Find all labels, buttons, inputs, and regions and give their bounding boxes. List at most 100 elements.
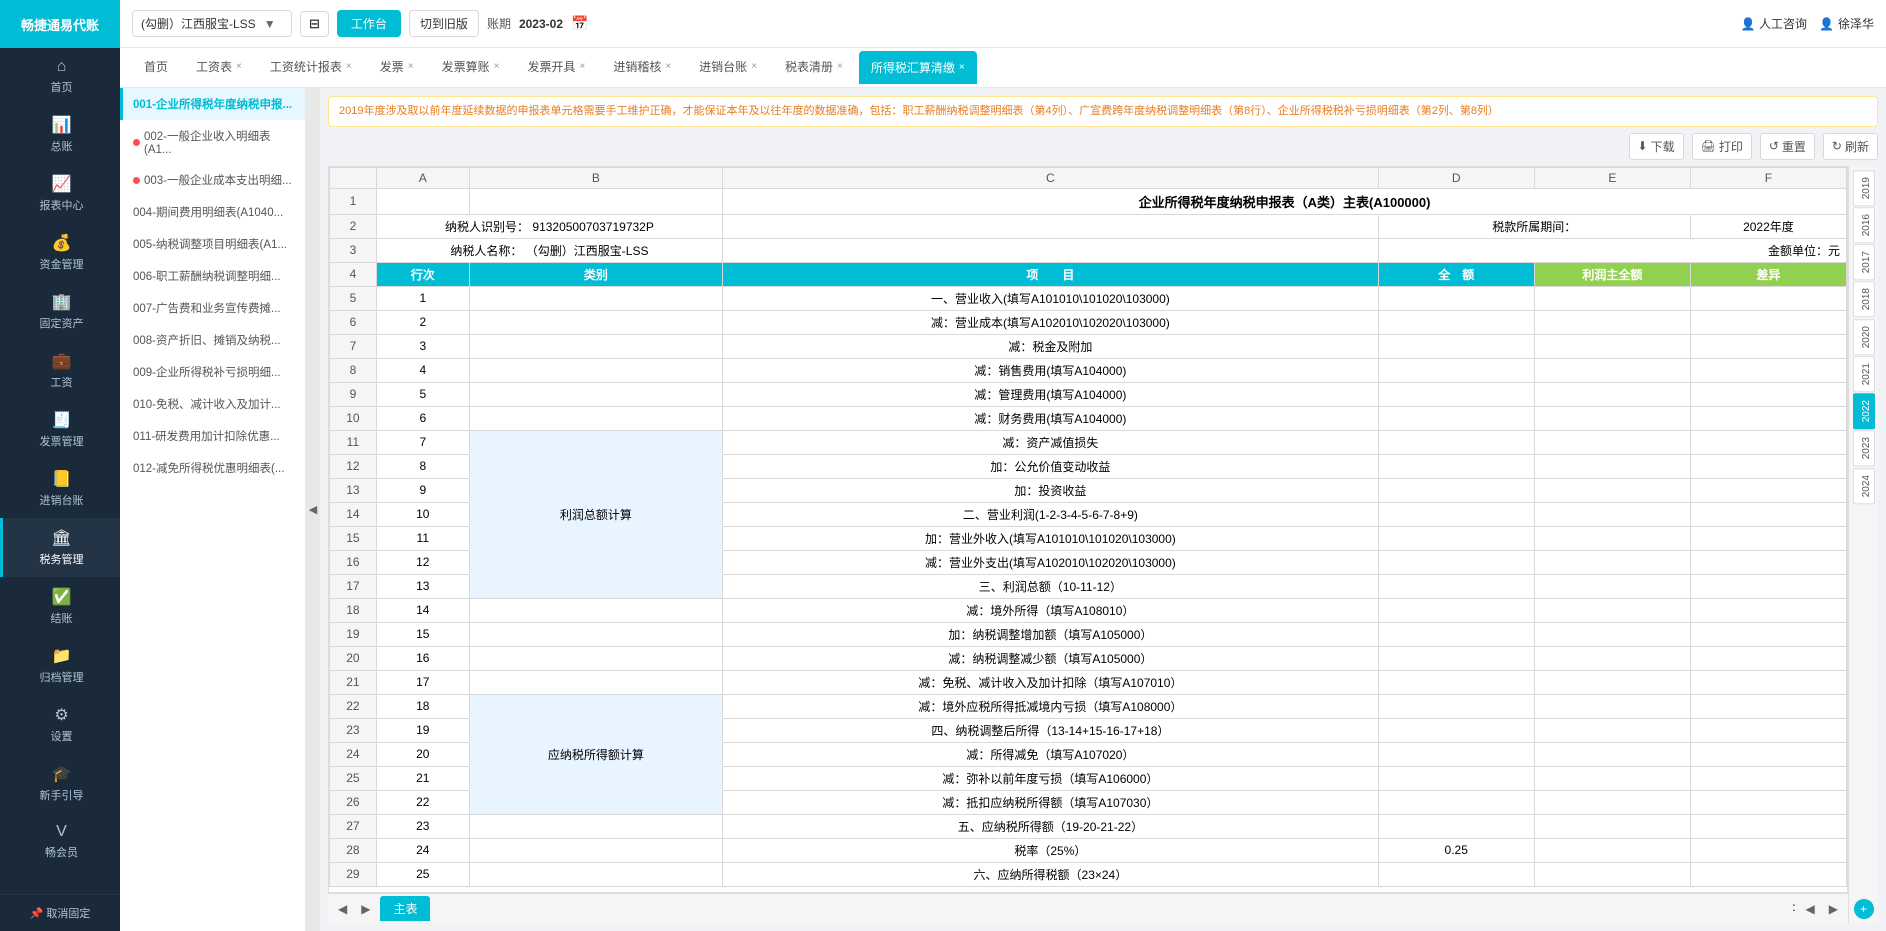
refresh-icon: ↻ (1832, 139, 1842, 153)
tab-invoice-calc-close[interactable]: × (494, 61, 500, 72)
left-panel-item-003[interactable]: 003-一般企业成本支出明细... (120, 164, 305, 196)
workbench-button[interactable]: 工作台 (337, 10, 401, 37)
sidebar-item-reports[interactable]: 📈 报表中心 (0, 164, 120, 223)
year-2017[interactable]: 2017 (1853, 244, 1875, 280)
tab-salary-table-close[interactable]: × (236, 61, 242, 72)
ai-consult-button[interactable]: 👤 人工咨询 (1741, 15, 1807, 32)
header-col-rownum: 行次 (376, 262, 469, 286)
year-2020[interactable]: 2020 (1853, 319, 1875, 355)
sidebar-item-salary[interactable]: 💼 工资 (0, 341, 120, 400)
print-button[interactable]: 🖨 打印 (1692, 133, 1752, 160)
table-row: 27 23 五、应纳税所得额（19-20-21-22） (330, 814, 1847, 838)
refresh-button[interactable]: ↻ 刷新 (1823, 133, 1878, 160)
year-sidebar-bottom: + (1854, 895, 1874, 923)
tab-income-tax-close[interactable]: × (959, 62, 965, 73)
tab-home[interactable]: 首页 (132, 50, 180, 85)
tab-invoice[interactable]: 发票 × (368, 50, 426, 85)
left-panel-item-012[interactable]: 012-减免所得税优惠明细表(... (120, 452, 305, 484)
sidebar-item-funds[interactable]: 💰 资金管理 (0, 223, 120, 282)
tab-sales-ledger-close[interactable]: × (751, 61, 757, 72)
period-value: 2023-02 (519, 17, 563, 31)
nav-tabs: 首页 工资表 × 工资统计报表 × 发票 × 发票算账 × 发票开具 × 进销稽… (120, 48, 1886, 88)
table-row: 28 24 税率（25%） 0.25 (330, 838, 1847, 862)
tab-sales-ledger[interactable]: 进销台账 × (687, 50, 769, 85)
year-2022[interactable]: 2022 (1853, 393, 1875, 429)
error-dot-003 (133, 177, 140, 184)
reset-button[interactable]: ↺ 重置 (1760, 133, 1815, 160)
row-num-4: 4 (330, 262, 377, 286)
table-row: 21 17 减：免税、减计收入及加计扣除（填写A107010） (330, 670, 1847, 694)
year-2019[interactable]: 2019 (1853, 170, 1875, 206)
unpin-button[interactable]: 📌 取消固定 (0, 894, 120, 931)
table-row: 8 4 减：销售费用(填写A104000) (330, 358, 1847, 382)
year-2023[interactable]: 2023 (1853, 430, 1875, 466)
left-panel-item-009[interactable]: 009-企业所得税补亏损明细... (120, 356, 305, 388)
funds-icon: 💰 (52, 233, 72, 253)
tab-income-tax[interactable]: 所得税汇算清缴 × (859, 51, 977, 84)
tab-invoice-issue[interactable]: 发票开具 × (515, 50, 597, 85)
sheet-tab-main[interactable]: 主表 (380, 896, 430, 921)
sheet-nav-prev[interactable]: ◀ (334, 900, 351, 918)
sidebar-item-home[interactable]: ⌂ 首页 (0, 48, 120, 105)
sidebar-item-settings[interactable]: ⚙ 设置 (0, 695, 120, 754)
header-col-item: 项 目 (723, 262, 1379, 286)
table-row: 11 7 利润总额计算 减：资产减值损失 (330, 430, 1847, 454)
sidebar-item-sales-ledger[interactable]: 📒 进销台账 (0, 459, 120, 518)
sidebar-item-ledger[interactable]: 📊 总账 (0, 105, 120, 164)
tab-salary-stats[interactable]: 工资统计报表 × (258, 50, 364, 85)
left-panel: 001-企业所得税年度纳税申报... 002-一般企业收入明细表(A1... 0… (120, 88, 306, 931)
left-panel-item-004[interactable]: 004-期间费用明细表(A1040... (120, 196, 305, 228)
left-panel-item-010[interactable]: 010-免税、减计收入及加计... (120, 388, 305, 420)
left-panel-item-005[interactable]: 005-纳税调整项目明细表(A1... (120, 228, 305, 260)
scroll-left[interactable]: ◀ (1802, 900, 1819, 918)
sidebar-item-invoice[interactable]: 🧾 发票管理 (0, 400, 120, 459)
scroll-right[interactable]: ▶ (1825, 900, 1842, 918)
year-2018[interactable]: 2018 (1853, 281, 1875, 317)
topbar: (勾删）江西服宝-LSS ▼ ⊟ 工作台 切到旧版 账期 2023-02 📅 👤… (120, 0, 1886, 48)
row-num-2: 2 (330, 214, 377, 238)
error-dot-002 (133, 139, 140, 146)
tab-tax-list-close[interactable]: × (837, 61, 843, 72)
sidebar-item-close-accounts[interactable]: ✅ 结账 (0, 577, 120, 636)
year-2016[interactable]: 2016 (1853, 207, 1875, 243)
cutover-button[interactable]: 切到旧版 (409, 10, 479, 37)
tab-tax-list[interactable]: 税表清册 × (773, 50, 855, 85)
download-button[interactable]: ⬇ 下载 (1629, 133, 1684, 160)
company-name: (勾删）江西服宝-LSS (141, 15, 256, 32)
sidebar-item-vip[interactable]: V 畅会员 (0, 813, 120, 870)
left-panel-item-008[interactable]: 008-资产折旧、摊销及纳税... (120, 324, 305, 356)
guide-icon: 🎓 (52, 764, 72, 784)
copy-button[interactable]: ⊟ (300, 11, 329, 37)
left-panel-item-006[interactable]: 006-职工薪酬纳税调整明细... (120, 260, 305, 292)
tab-salary-stats-close[interactable]: × (346, 61, 352, 72)
year-2021[interactable]: 2021 (1853, 356, 1875, 392)
collapse-handle[interactable]: ◀ (306, 88, 320, 931)
user-avatar-icon: 👤 (1819, 17, 1834, 31)
tab-sales-check-close[interactable]: × (665, 61, 671, 72)
tab-salary-table[interactable]: 工资表 × (184, 50, 254, 85)
sidebar-item-tax[interactable]: 🏛 税务管理 (0, 518, 120, 577)
sidebar-item-archive[interactable]: 📁 归档管理 (0, 636, 120, 695)
warning-text: 2019年度涉及取以前年度延续数据的申报表单元格需要手工维护正确，才能保证本年及… (339, 105, 1499, 117)
tab-sales-check[interactable]: 进销稽核 × (601, 50, 683, 85)
table-row: 20 16 减：纳税调整减少额（填写A105000） (330, 646, 1847, 670)
left-panel-item-002[interactable]: 002-一般企业收入明细表(A1... (120, 120, 305, 164)
tab-invoice-close[interactable]: × (408, 61, 414, 72)
tab-invoice-calc[interactable]: 发票算账 × (430, 50, 512, 85)
settings-icon: ⚙ (54, 705, 68, 725)
sidebar-item-guide[interactable]: 🎓 新手引导 (0, 754, 120, 813)
table-row-taxid: 2 纳税人识别号： 91320500703719732P 税款所属期间： (330, 214, 1847, 238)
year-sidebar-action[interactable]: + (1854, 899, 1874, 919)
sheet-nav-next[interactable]: ▶ (357, 900, 374, 918)
spreadsheet-wrapper: A B C D E F (328, 166, 1848, 894)
left-panel-item-011[interactable]: 011-研发费用加计扣除优惠... (120, 420, 305, 452)
left-panel-item-001[interactable]: 001-企业所得税年度纳税申报... (120, 88, 305, 120)
topbar-right: 👤 人工咨询 👤 徐泽华 (1741, 15, 1874, 32)
left-panel-item-007[interactable]: 007-广告费和业务宣传费摊... (120, 292, 305, 324)
year-2024[interactable]: 2024 (1853, 468, 1875, 504)
company-selector[interactable]: (勾删）江西服宝-LSS ▼ (132, 10, 292, 37)
sidebar: 畅捷通易代账 ⌂ 首页 📊 总账 📈 报表中心 💰 资金管理 🏢 固定资产 💼 … (0, 0, 120, 931)
calendar-icon[interactable]: 📅 (571, 15, 588, 32)
sidebar-item-assets[interactable]: 🏢 固定资产 (0, 282, 120, 341)
tab-invoice-issue-close[interactable]: × (579, 61, 585, 72)
